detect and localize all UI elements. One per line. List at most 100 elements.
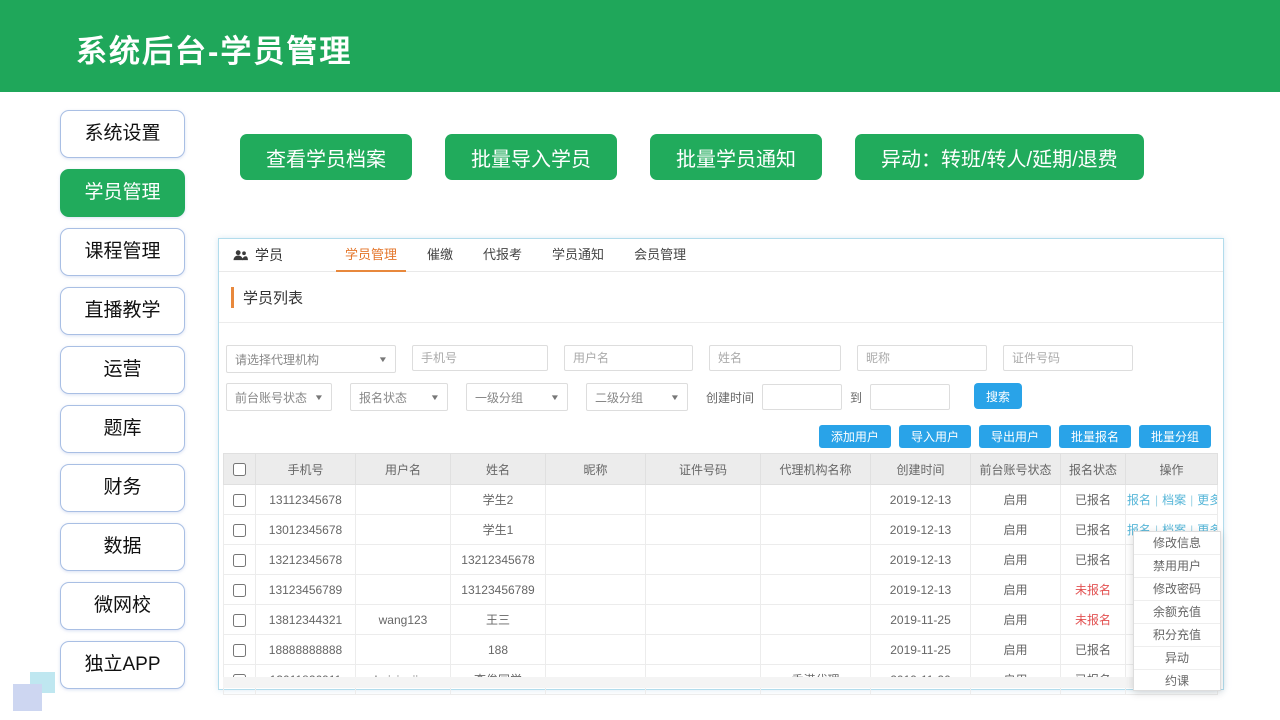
cell: 启用 — [971, 485, 1061, 515]
sidebar-item-standalone-app[interactable]: 独立APP — [60, 641, 185, 689]
row-actions-cell: 报名|档案|更多 — [1126, 485, 1218, 515]
column-header: 报名状态 — [1061, 454, 1126, 485]
filter-nickname-input[interactable] — [857, 345, 987, 371]
quick-action-batch-student-notice[interactable]: 批量学员通知 — [650, 134, 822, 180]
row-checkbox-cell — [224, 515, 256, 545]
tab-list: 学员管理催缴代报考学员通知会员管理 — [345, 239, 686, 271]
context-menu-item-balance-recharge[interactable]: 余额充值 — [1134, 601, 1220, 624]
filter-enroll-status-select[interactable]: 报名状态▼ — [350, 383, 448, 411]
cell — [356, 485, 451, 515]
chevron-down-icon: ▼ — [430, 393, 440, 402]
create-time-end-input[interactable] — [870, 384, 950, 410]
cell: 启用 — [971, 575, 1061, 605]
sidebar-item-course-management[interactable]: 课程管理 — [60, 228, 185, 276]
cell: 已报名 — [1061, 485, 1126, 515]
header-select-checkbox[interactable] — [233, 463, 246, 476]
batch-group-button[interactable]: 批量分组 — [1139, 425, 1211, 448]
action-more-link[interactable]: 更多 — [1197, 493, 1217, 507]
tab-student-notice[interactable]: 学员通知 — [552, 239, 604, 271]
context-menu-item-points-recharge[interactable]: 积分充值 — [1134, 624, 1220, 647]
cell — [761, 485, 871, 515]
chevron-down-icon: ▼ — [314, 393, 324, 402]
filter-account-status-placeholder: 前台账号状态 — [235, 389, 307, 406]
filter-agency-select[interactable]: 请选择代理机构▼ — [226, 345, 396, 373]
quick-action-view-student-archives[interactable]: 查看学员档案 — [240, 134, 412, 180]
row-checkbox-cell — [224, 545, 256, 575]
filter-group-level-1-select[interactable]: 一级分组▼ — [466, 383, 568, 411]
action-enroll-link[interactable]: 报名 — [1127, 493, 1151, 507]
import-user-button[interactable]: 导入用户 — [899, 425, 971, 448]
quick-action-status-change[interactable]: 异动：转班/转人/延期/退费 — [855, 134, 1144, 180]
cell — [546, 605, 646, 635]
column-header: 创建时间 — [871, 454, 971, 485]
sidebar-item-student-management[interactable]: 学员管理 — [60, 169, 185, 217]
quick-action-batch-import-students[interactable]: 批量导入学员 — [445, 134, 617, 180]
row-checkbox[interactable] — [233, 554, 246, 567]
sidebar-item-question-bank[interactable]: 题库 — [60, 405, 185, 453]
tab-student-management[interactable]: 学员管理 — [345, 239, 397, 271]
batch-enroll-button[interactable]: 批量报名 — [1059, 425, 1131, 448]
cell: 188 — [451, 635, 546, 665]
sidebar-item-data[interactable]: 数据 — [60, 523, 185, 571]
create-time-start-input[interactable] — [762, 384, 842, 410]
row-checkbox[interactable] — [233, 584, 246, 597]
export-user-button[interactable]: 导出用户 — [979, 425, 1051, 448]
search-button[interactable]: 搜索 — [974, 383, 1022, 409]
cell: 18888888888 — [256, 635, 356, 665]
context-menu-item-status-change[interactable]: 异动 — [1134, 647, 1220, 670]
action-separator: | — [1190, 493, 1193, 507]
row-checkbox[interactable] — [233, 644, 246, 657]
cell — [761, 515, 871, 545]
context-menu-item-edit-info[interactable]: 修改信息 — [1134, 532, 1220, 555]
cell: 已报名 — [1061, 635, 1126, 665]
tab-member-management[interactable]: 会员管理 — [634, 239, 686, 271]
sidebar-item-micro-school[interactable]: 微网校 — [60, 582, 185, 630]
filter-phone-input[interactable] — [412, 345, 548, 371]
row-checkbox[interactable] — [233, 494, 246, 507]
sidebar-item-finance[interactable]: 财务 — [60, 464, 185, 512]
column-header: 姓名 — [451, 454, 546, 485]
create-time-to-label: 到 — [850, 389, 862, 406]
student-panel: 学员 学员管理催缴代报考学员通知会员管理 学员列表 请选择代理机构▼ 前台账号状… — [218, 238, 1224, 690]
column-header: 操作 — [1126, 454, 1218, 485]
context-menu-item-change-password[interactable]: 修改密码 — [1134, 578, 1220, 601]
sidebar-item-live-teaching[interactable]: 直播教学 — [60, 287, 185, 335]
sidebar-item-system-settings[interactable]: 系统设置 — [60, 110, 185, 158]
sidebar-item-operations[interactable]: 运营 — [60, 346, 185, 394]
students-icon — [233, 249, 248, 262]
cell: 未报名 — [1061, 575, 1126, 605]
create-time-label: 创建时间 — [706, 389, 754, 406]
filter-group-level-1-placeholder: 一级分组 — [475, 389, 523, 406]
cell: 13123456789 — [256, 575, 356, 605]
add-user-button[interactable]: 添加用户 — [819, 425, 891, 448]
filter-name-input[interactable] — [709, 345, 841, 371]
filter-username-input[interactable] — [564, 345, 693, 371]
row-checkbox[interactable] — [233, 614, 246, 627]
cell — [546, 635, 646, 665]
cell — [646, 515, 761, 545]
row-checkbox-cell — [224, 485, 256, 515]
cell — [761, 605, 871, 635]
action-archive-link[interactable]: 档案 — [1162, 493, 1186, 507]
filter-id-number-input[interactable] — [1003, 345, 1133, 371]
cell: 2019-12-13 — [871, 575, 971, 605]
cell — [646, 605, 761, 635]
header-checkbox-cell — [224, 454, 256, 485]
row-checkbox[interactable] — [233, 524, 246, 537]
cell: 2019-11-25 — [871, 605, 971, 635]
decor-square-lavender — [13, 684, 42, 711]
tab-payment-reminder[interactable]: 催缴 — [427, 239, 453, 271]
cell: 2019-11-25 — [871, 635, 971, 665]
context-menu-item-disable-user[interactable]: 禁用用户 — [1134, 555, 1220, 578]
context-menu-item-book-lesson[interactable]: 约课 — [1134, 670, 1220, 691]
table-row: 13123456789131234567892019-12-13启用未报名 — [224, 575, 1218, 605]
filter-group-level-2-select[interactable]: 二级分组▼ — [586, 383, 688, 411]
table-row: 13012345678学生12019-12-13启用已报名报名|档案|更多 — [224, 515, 1218, 545]
section-title: 学员列表 — [231, 287, 303, 308]
tab-proxy-exam-registration[interactable]: 代报考 — [483, 239, 522, 271]
bulk-actions: 添加用户导入用户导出用户批量报名批量分组 — [819, 425, 1211, 448]
filter-account-status-select[interactable]: 前台账号状态 ▼ — [226, 383, 332, 411]
column-header: 前台账号状态 — [971, 454, 1061, 485]
cell — [546, 575, 646, 605]
cell: 2019-12-13 — [871, 515, 971, 545]
